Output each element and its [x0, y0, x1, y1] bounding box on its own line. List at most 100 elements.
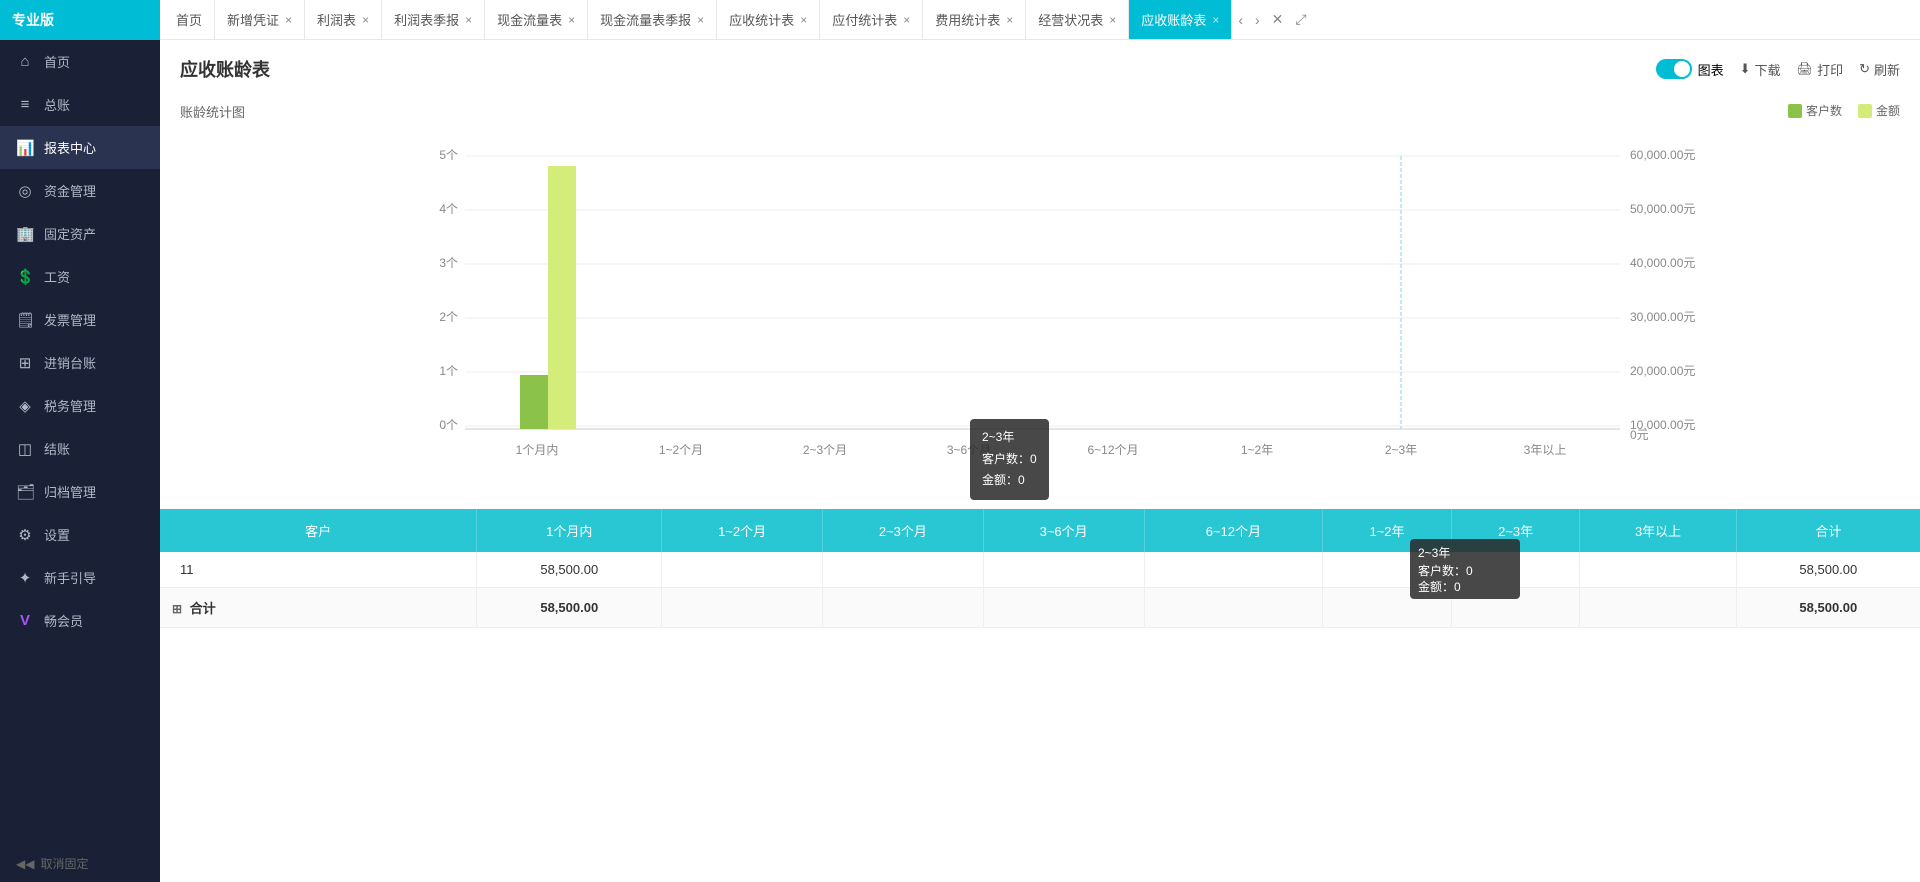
tab-receivable-stat-close[interactable]: × [800, 13, 807, 27]
tab-cashflow-close[interactable]: × [568, 13, 575, 27]
svg-text:1~2个月: 1~2个月 [659, 443, 703, 457]
tab-voucher-close[interactable]: × [285, 13, 292, 27]
sidebar-item-home[interactable]: ⌂ 首页 [0, 40, 160, 83]
sidebar-item-ledger[interactable]: ≡ 总账 [0, 83, 160, 126]
sidebar-unpin-button[interactable]: ◀◀ 取消固定 [0, 845, 160, 882]
tab-payable-stat[interactable]: 应付统计表 × [820, 0, 923, 40]
total-icon: ⊞ [172, 602, 182, 616]
svg-text:客户数：0: 客户数：0 [1418, 563, 1473, 578]
sidebar-item-tax[interactable]: ◈ 税务管理 [0, 384, 160, 427]
svg-text:2~3个月: 2~3个月 [803, 443, 847, 457]
page-header: 应收账龄表 图表 ⬇ 下载 🖨 打印 ↻ 刷新 [160, 40, 1920, 92]
chart-toggle-wrap: 图表 [1656, 59, 1724, 79]
sidebar-item-guide[interactable]: ✦ 新手引导 [0, 556, 160, 599]
cell-m4 [983, 552, 1144, 588]
sidebar-item-label: 固定资产 [44, 224, 96, 243]
svg-text:1个: 1个 [439, 364, 458, 378]
bar-customer-0 [520, 375, 548, 429]
sidebar-item-salary[interactable]: 💲 工资 [0, 255, 160, 298]
tab-home-label: 首页 [176, 10, 202, 29]
cell-m5 [1144, 552, 1323, 588]
col-header-m1: 1个月内 [477, 509, 662, 552]
tab-cashflow[interactable]: 现金流量表 × [485, 0, 588, 40]
svg-text:3~6个月: 3~6个月 [947, 443, 991, 457]
tab-receivable-stat[interactable]: 应收统计表 × [717, 0, 820, 40]
svg-text:0个: 0个 [439, 418, 458, 432]
tab-profit-quarter[interactable]: 利润表季报 × [382, 0, 485, 40]
sidebar-item-vip[interactable]: V 畅会员 [0, 599, 160, 642]
table-row: 11 58,500.00 58,500.00 [160, 552, 1920, 588]
tab-aging-close[interactable]: × [1212, 13, 1219, 27]
tab-close-all-button[interactable]: ✕ [1266, 0, 1290, 40]
svg-text:40,000.00元: 40,000.00元 [1630, 256, 1695, 270]
tab-profit[interactable]: 利润表 × [305, 0, 382, 40]
download-button[interactable]: ⬇ 下载 [1740, 60, 1781, 79]
tab-next-button[interactable]: › [1249, 0, 1266, 40]
total-m2 [662, 588, 823, 628]
svg-text:金额：0: 金额：0 [1418, 579, 1461, 594]
tab-cashflow-quarter-close[interactable]: × [697, 13, 704, 27]
tab-aging[interactable]: 应收账龄表 × [1129, 0, 1232, 40]
legend-amount-color [1858, 104, 1872, 118]
page-content: 应收账龄表 图表 ⬇ 下载 🖨 打印 ↻ 刷新 [160, 40, 1920, 882]
total-total: 58,500.00 [1736, 588, 1920, 628]
tab-expense-stat[interactable]: 费用统计表 × [923, 0, 1026, 40]
chart-toggle[interactable] [1656, 59, 1692, 79]
svg-text:0元: 0元 [1630, 428, 1649, 442]
tab-maximize-button[interactable]: ⤢ [1289, 0, 1312, 40]
chart-section: 账龄统计图 客户数 金额 5个 4个 3个 2个 [160, 92, 1920, 499]
sidebar-item-label: 工资 [44, 267, 70, 286]
unpin-icon: ◀◀ [16, 857, 34, 871]
total-m8 [1580, 588, 1736, 628]
refresh-icon: ↻ [1859, 61, 1870, 77]
tab-profit-close[interactable]: × [362, 13, 369, 27]
refresh-button[interactable]: ↻ 刷新 [1859, 60, 1900, 79]
tab-voucher[interactable]: 新增凭证 × [215, 0, 305, 40]
chart-legend: 客户数 金额 [1788, 102, 1900, 119]
tab-voucher-label: 新增凭证 [227, 10, 279, 29]
sidebar: 专业版 ⌂ 首页 ≡ 总账 📊 报表中心 ◎ 资金管理 🏢 固定资产 💲 工资 … [0, 0, 160, 882]
main-content: 首页 新增凭证 × 利润表 × 利润表季报 × 现金流量表 × 现金流量表季报 … [160, 0, 1920, 882]
col-header-total: 合计 [1736, 509, 1920, 552]
tab-payable-stat-label: 应付统计表 [832, 10, 897, 29]
sidebar-item-label: 归档管理 [44, 482, 96, 501]
svg-text:3年以上: 3年以上 [1524, 443, 1567, 457]
col-header-customer: 客户 [160, 509, 477, 552]
tax-icon: ◈ [16, 397, 34, 415]
tab-cashflow-quarter[interactable]: 现金流量表季报 × [588, 0, 717, 40]
table-total-row: ⊞ 合计 58,500.00 58,500.00 [160, 588, 1920, 628]
cell-m1: 58,500.00 [477, 552, 662, 588]
sidebar-item-settings[interactable]: ⚙ 设置 [0, 513, 160, 556]
salary-icon: 💲 [16, 268, 34, 286]
app-logo: 专业版 [0, 0, 160, 40]
sidebar-item-invoice[interactable]: 🗒 发票管理 [0, 298, 160, 341]
archive-icon: 🗂 [16, 483, 34, 501]
sidebar-item-assets[interactable]: 🏢 固定资产 [0, 212, 160, 255]
refresh-label: 刷新 [1874, 60, 1900, 79]
sidebar-item-settle[interactable]: ◫ 结账 [0, 427, 160, 470]
tab-aging-label: 应收账龄表 [1141, 10, 1206, 29]
print-button[interactable]: 🖨 打印 [1797, 60, 1844, 79]
tab-biz-status[interactable]: 经营状况表 × [1026, 0, 1129, 40]
tab-bar: 首页 新增凭证 × 利润表 × 利润表季报 × 现金流量表 × 现金流量表季报 … [160, 0, 1920, 40]
sidebar-item-stock[interactable]: ⊞ 进销台账 [0, 341, 160, 384]
col-header-m2: 1~2个月 [662, 509, 823, 552]
tab-prev-button[interactable]: ‹ [1232, 0, 1249, 40]
cell-total: 58,500.00 [1736, 552, 1920, 588]
print-icon: 🖨 [1797, 61, 1814, 77]
legend-amount-label: 金额 [1876, 102, 1900, 119]
sidebar-item-archive[interactable]: 🗂 归档管理 [0, 470, 160, 513]
tab-expense-stat-close[interactable]: × [1006, 13, 1013, 27]
svg-text:4个: 4个 [439, 202, 458, 216]
sidebar-item-reports[interactable]: 📊 报表中心 [0, 126, 160, 169]
chart-toggle-label: 图表 [1698, 60, 1724, 79]
tab-home[interactable]: 首页 [164, 0, 215, 40]
svg-text:2~3年: 2~3年 [1385, 443, 1417, 457]
sidebar-item-label: 资金管理 [44, 181, 96, 200]
tab-payable-stat-close[interactable]: × [903, 13, 910, 27]
sidebar-item-label: 畅会员 [44, 611, 83, 630]
tab-biz-status-close[interactable]: × [1109, 13, 1116, 27]
total-label-text: 合计 [190, 601, 216, 616]
tab-profit-quarter-close[interactable]: × [465, 13, 472, 27]
sidebar-item-capital[interactable]: ◎ 资金管理 [0, 169, 160, 212]
